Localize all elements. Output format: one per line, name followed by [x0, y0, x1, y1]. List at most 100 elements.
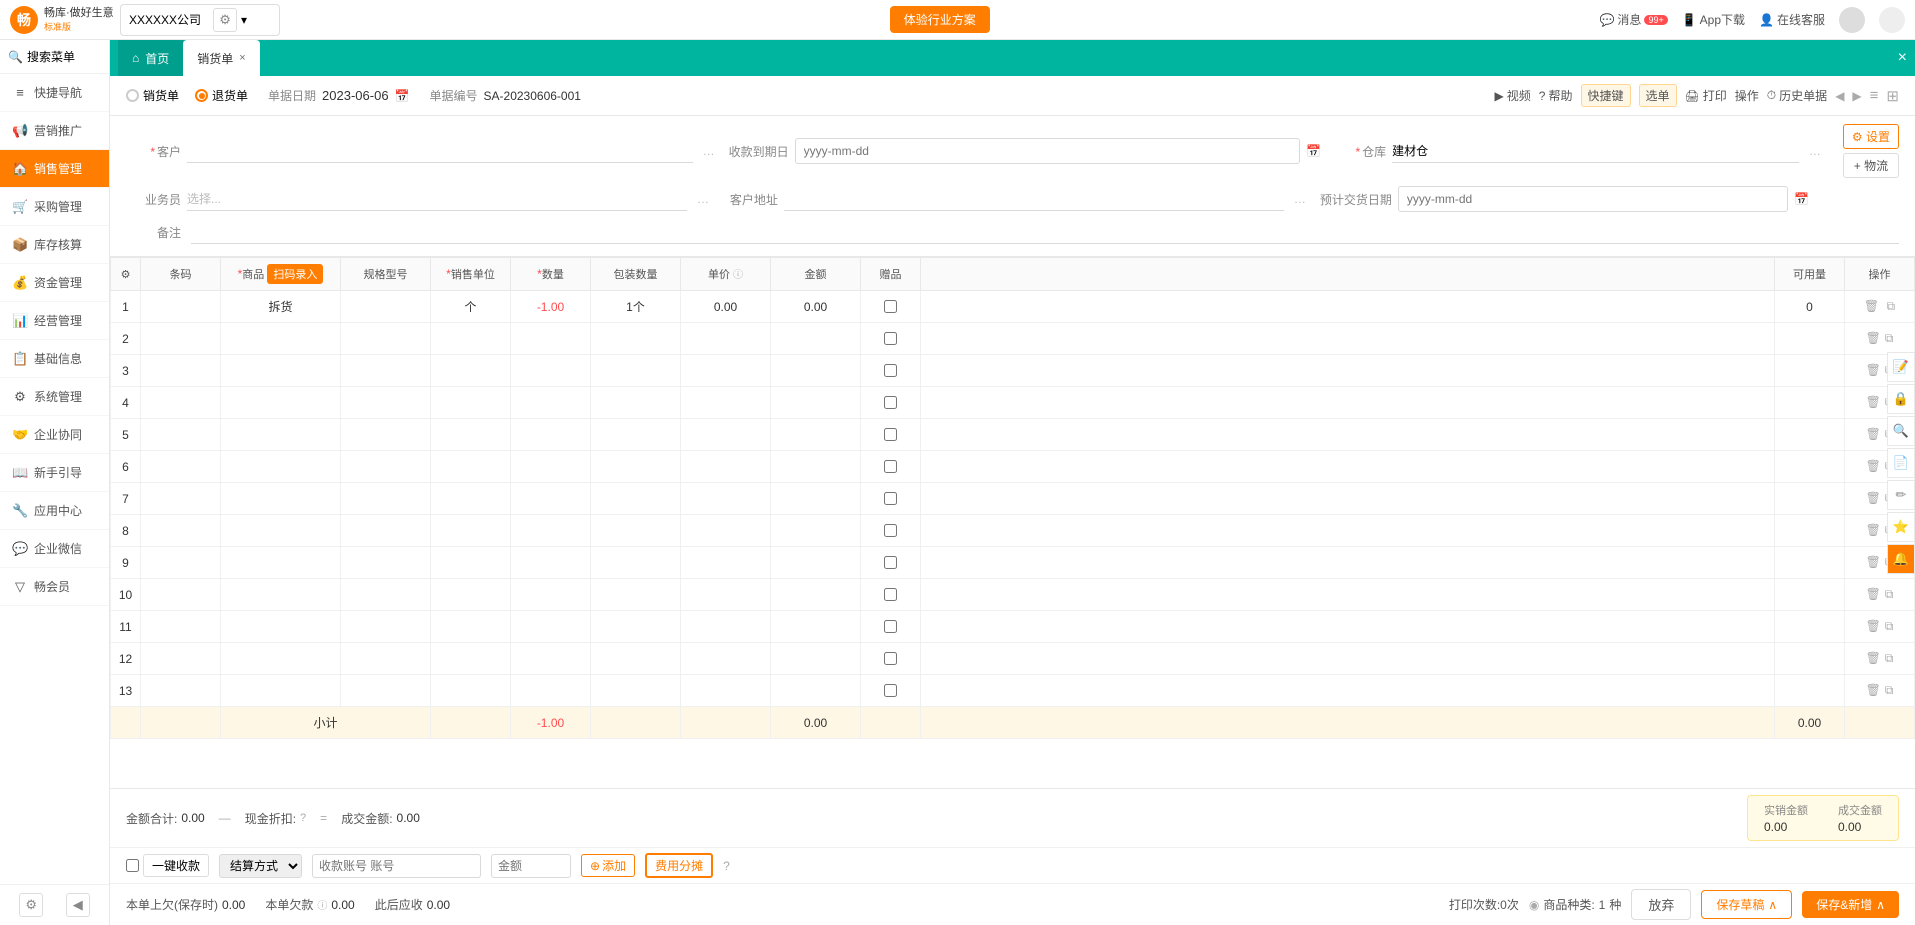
delete-icon[interactable]: 🗑	[1866, 619, 1881, 633]
row-amount[interactable]: 0.00	[771, 291, 861, 323]
grid-view-icon[interactable]: ⊞	[1886, 87, 1899, 105]
tab-sales-order[interactable]: 销货单 ×	[183, 40, 259, 76]
save-new-button[interactable]: 保存&新增 ∧	[1802, 891, 1899, 918]
delete-icon[interactable]: 🗑	[1866, 363, 1881, 377]
row-barcode[interactable]	[141, 355, 221, 387]
company-selector[interactable]: XXXXXX公司 ⚙ ▾	[120, 4, 280, 36]
row-qty[interactable]	[511, 419, 591, 451]
sidebar-item-operation[interactable]: 📊 经营管理	[0, 302, 109, 340]
copy-icon[interactable]: ⧉	[1885, 587, 1894, 601]
row-unit[interactable]	[431, 451, 511, 483]
copy-icon[interactable]: ⧉	[1885, 651, 1894, 665]
row-amount[interactable]	[771, 515, 861, 547]
row-amount[interactable]	[771, 323, 861, 355]
row-pack-qty[interactable]	[591, 387, 681, 419]
sidebar-item-system[interactable]: ⚙ 系统管理	[0, 378, 109, 416]
row-amount[interactable]	[771, 451, 861, 483]
row-pack-qty[interactable]	[591, 419, 681, 451]
row-unit[interactable]	[431, 579, 511, 611]
avatar[interactable]	[1839, 7, 1865, 33]
row-amount[interactable]	[771, 387, 861, 419]
row-spec[interactable]	[341, 515, 431, 547]
row-pack-qty[interactable]	[591, 643, 681, 675]
copy-icon[interactable]: ⧉	[1885, 331, 1894, 345]
row-unit[interactable]	[431, 387, 511, 419]
row-unit-price[interactable]	[681, 387, 771, 419]
row-unit-price[interactable]	[681, 611, 771, 643]
delete-icon[interactable]: 🗑	[1866, 427, 1881, 441]
tab-close-icon[interactable]: ×	[239, 52, 245, 64]
row-unit-price[interactable]	[681, 515, 771, 547]
row-unit-price[interactable]	[681, 675, 771, 707]
sidebar-collapse-btn[interactable]: ◀	[66, 893, 90, 917]
row-amount[interactable]	[771, 611, 861, 643]
print-btn[interactable]: 🖨 打印	[1685, 87, 1727, 104]
row-qty[interactable]	[511, 643, 591, 675]
gift-checkbox[interactable]	[884, 460, 897, 473]
salesman-input[interactable]: 选择...	[187, 187, 687, 211]
row-unit[interactable]	[431, 419, 511, 451]
row-qty[interactable]: -1.00	[511, 291, 591, 323]
row-product[interactable]	[221, 483, 341, 515]
row-unit[interactable]	[431, 515, 511, 547]
gift-checkbox[interactable]	[884, 588, 897, 601]
radio-return-order[interactable]: 退货单	[195, 87, 248, 104]
close-panel-icon[interactable]: ×	[1898, 49, 1907, 67]
row-product[interactable]: 拆货	[221, 291, 341, 323]
row-qty[interactable]	[511, 515, 591, 547]
gift-checkbox[interactable]	[884, 684, 897, 697]
next-icon[interactable]: ▶	[1852, 89, 1861, 103]
row-barcode[interactable]	[141, 579, 221, 611]
company-settings-icon[interactable]: ⚙	[213, 8, 237, 32]
row-barcode[interactable]	[141, 643, 221, 675]
row-gift[interactable]	[861, 675, 921, 707]
rf-btn-1[interactable]: 📝	[1887, 352, 1915, 382]
action-btn[interactable]: 操作	[1735, 87, 1759, 104]
sidebar-item-inventory[interactable]: 📦 库存核算	[0, 226, 109, 264]
delete-icon[interactable]: 🗑	[1866, 395, 1881, 409]
row-qty[interactable]	[511, 355, 591, 387]
sidebar-item-member[interactable]: ▽ 畅会员	[0, 568, 109, 606]
row-amount[interactable]	[771, 643, 861, 675]
row-product[interactable]	[221, 419, 341, 451]
row-qty[interactable]	[511, 387, 591, 419]
row-gift[interactable]	[861, 611, 921, 643]
row-barcode[interactable]	[141, 387, 221, 419]
row-amount[interactable]	[771, 579, 861, 611]
row-unit[interactable]	[431, 675, 511, 707]
date-picker-icon[interactable]: 📅	[395, 89, 410, 103]
select-order-btn[interactable]: 选单	[1639, 84, 1677, 107]
row-spec[interactable]	[341, 547, 431, 579]
row-pack-qty[interactable]	[591, 547, 681, 579]
one-click-btn[interactable]: 一键收款	[143, 854, 209, 877]
gift-checkbox[interactable]	[884, 524, 897, 537]
row-barcode[interactable]	[141, 451, 221, 483]
experience-button[interactable]: 体验行业方案	[890, 6, 990, 33]
gift-checkbox[interactable]	[884, 364, 897, 377]
shortcut-btn[interactable]: 快捷键	[1581, 84, 1631, 107]
row-amount[interactable]	[771, 547, 861, 579]
row-barcode[interactable]	[141, 611, 221, 643]
row-product[interactable]	[221, 611, 341, 643]
row-pack-qty[interactable]	[591, 515, 681, 547]
sidebar-item-collab[interactable]: 🤝 企业协同	[0, 416, 109, 454]
row-unit-price[interactable]	[681, 483, 771, 515]
row-pack-qty[interactable]	[591, 675, 681, 707]
row-product[interactable]	[221, 387, 341, 419]
row-spec[interactable]	[341, 579, 431, 611]
online-service-btn[interactable]: 👤 在线客服	[1759, 11, 1825, 28]
row-unit-price[interactable]: 0.00	[681, 291, 771, 323]
row-spec[interactable]	[341, 387, 431, 419]
expected-date-calendar-icon[interactable]: 📅	[1794, 192, 1809, 206]
account-input[interactable]	[312, 854, 481, 878]
delete-icon[interactable]: 🗑	[1866, 683, 1881, 697]
row-qty[interactable]	[511, 675, 591, 707]
rf-btn-4[interactable]: 📄	[1887, 448, 1915, 478]
gift-checkbox[interactable]	[884, 396, 897, 409]
row-unit-price[interactable]	[681, 355, 771, 387]
rf-btn-6[interactable]: ⭐	[1887, 512, 1915, 542]
row-qty[interactable]	[511, 547, 591, 579]
row-unit-price[interactable]	[681, 547, 771, 579]
warehouse-input[interactable]: 建材仓	[1392, 139, 1799, 163]
row-product[interactable]	[221, 323, 341, 355]
